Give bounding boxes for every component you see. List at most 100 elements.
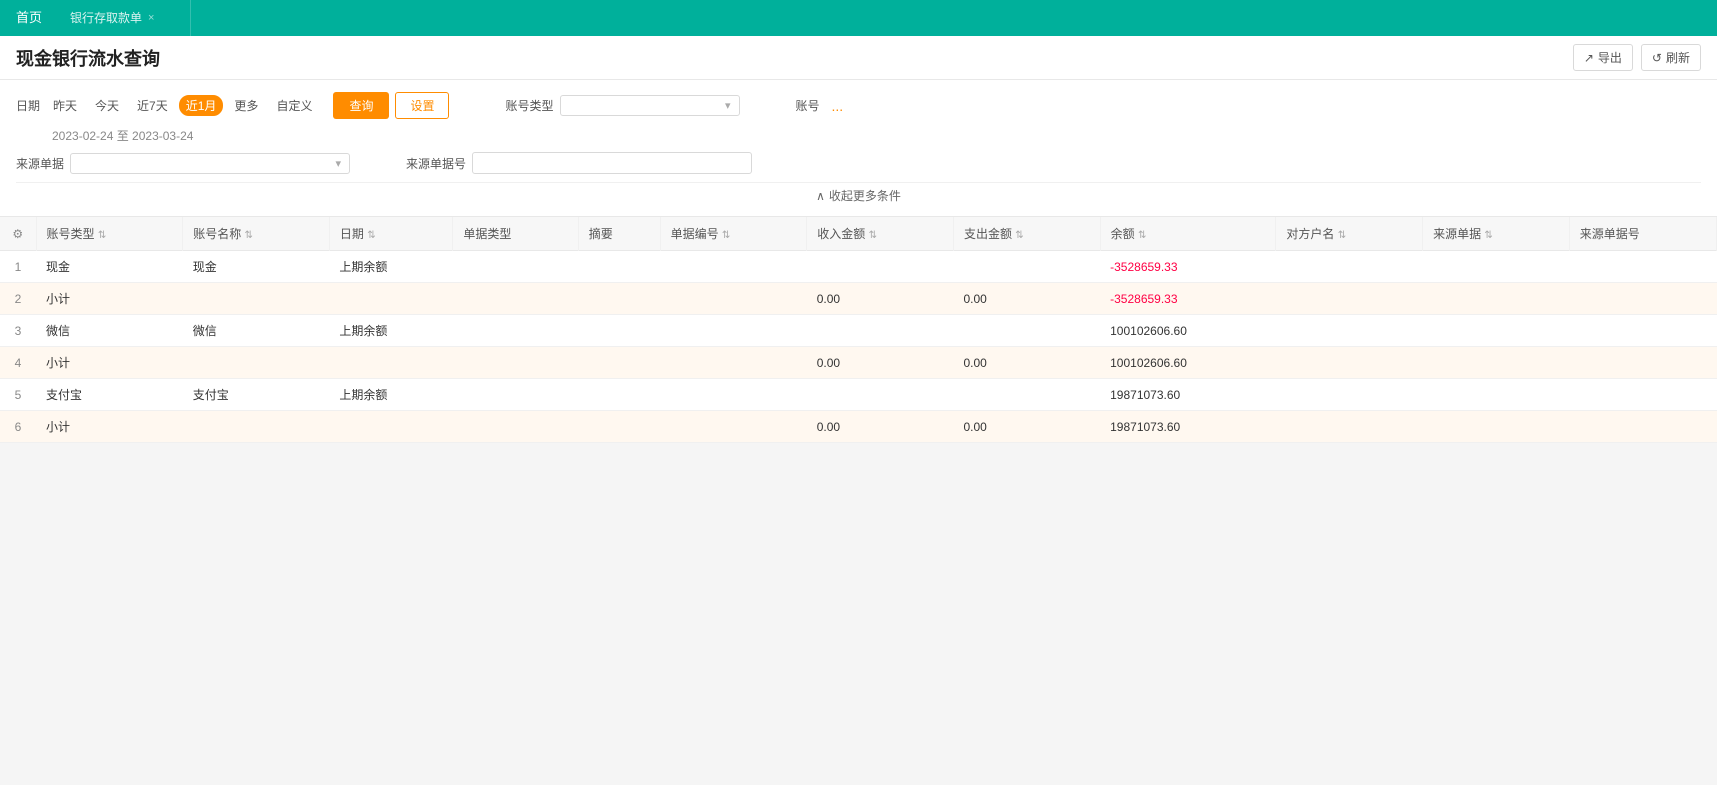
close-icon[interactable]: × [148,0,154,36]
account-label: 账号 [796,97,820,114]
table-row: 2小计0.000.00-3528659.33 [0,283,1717,315]
date-cell: 上期余额 [329,315,453,347]
col-source-doc-header[interactable]: 来源单据 ⇅ [1423,217,1570,251]
col-summary-header: 摘要 [578,217,660,251]
account-type-cell: 支付宝 [36,379,183,411]
col-source-doc-no-label: 来源单据号 [1580,227,1640,241]
date-shortcut-昨天[interactable]: 昨天 [46,95,84,116]
refresh-button[interactable]: ↺ 刷新 [1641,44,1701,71]
account-type-cell: 微信 [36,315,183,347]
col-account-type-header[interactable]: 账号类型 ⇅ [36,217,183,251]
summary-cell [578,283,660,315]
account-type-cell: 小计 [36,347,183,379]
doc-type-cell [453,379,578,411]
nav-home[interactable]: 首页 [0,0,58,36]
account-type-select[interactable]: ▾ [560,95,740,116]
export-button[interactable]: ↗ 导出 [1573,44,1633,71]
col-income-header[interactable]: 收入金额 ⇅ [807,217,954,251]
sort-icon: ⇅ [1338,230,1346,241]
doc-type-cell [453,347,578,379]
col-expense-header[interactable]: 支出金额 ⇅ [953,217,1100,251]
doc-no-cell [660,411,807,443]
source-doc-cell [1423,251,1570,283]
col-date-header[interactable]: 日期 ⇅ [329,217,453,251]
sort-icon: ⇅ [1138,230,1146,241]
sort-icon: ⇅ [869,230,877,241]
expense-cell [953,315,1100,347]
source-doc-no-cell [1569,379,1716,411]
col-account-name-header[interactable]: 账号名称 ⇅ [183,217,330,251]
sort-icon: ⇅ [98,230,106,241]
query-button[interactable]: 查询 [333,92,389,119]
source-doc-cell [1423,315,1570,347]
col-doc-no-header[interactable]: 单据编号 ⇅ [660,217,807,251]
date-filter: 日期 昨天今天近7天近1月更多自定义 查询 设置 [16,92,449,119]
account-type-cell: 现金 [36,251,183,283]
table-row: 1现金现金上期余额-3528659.33 [0,251,1717,283]
col-income-label: 收入金额 [817,227,865,241]
source-doc-no-filter: 来源单据号 [406,152,752,174]
table-header: ⚙账号类型 ⇅账号名称 ⇅日期 ⇅单据类型摘要单据编号 ⇅收入金额 ⇅支出金额 … [0,217,1717,251]
table-body: 1现金现金上期余额-3528659.332小计0.000.00-3528659.… [0,251,1717,443]
expense-cell: 0.00 [953,347,1100,379]
row-number: 3 [0,315,36,347]
row-number: 2 [0,283,36,315]
col-source-doc-no-header: 来源单据号 [1569,217,1716,251]
source-doc-cell [1423,411,1570,443]
account-ellipsis[interactable]: ... [826,98,850,114]
table-row: 3微信微信上期余额100102606.60 [0,315,1717,347]
filter-row-2: 来源单据 ▾ 来源单据号 [16,152,1701,174]
source-doc-no-input[interactable] [472,152,752,174]
summary-cell [578,379,660,411]
income-cell [807,379,954,411]
account-name-cell: 现金 [183,251,330,283]
income-cell [807,315,954,347]
col-counterpart-header[interactable]: 对方户名 ⇅ [1276,217,1423,251]
source-doc-filter: 来源单据 ▾ [16,153,350,174]
refresh-icon: ↺ [1652,51,1662,65]
doc-no-cell [660,283,807,315]
setting-button[interactable]: 设置 [395,92,449,119]
filter-row-1: 日期 昨天今天近7天近1月更多自定义 查询 设置 账号类型 ▾ 账号 ... [16,92,1701,119]
counterpart-cell [1276,379,1423,411]
doc-no-cell [660,379,807,411]
source-doc-cell [1423,347,1570,379]
date-shortcut-今天[interactable]: 今天 [88,95,126,116]
col-counterpart-label: 对方户名 [1286,227,1334,241]
counterpart-cell [1276,411,1423,443]
account-filter: 账号 ... [796,97,850,114]
gear-icon[interactable]: ⚙ [12,227,23,241]
col-balance-label: 余额 [1111,227,1135,241]
table-row: 6小计0.000.0019871073.60 [0,411,1717,443]
table-container: ⚙账号类型 ⇅账号名称 ⇅日期 ⇅单据类型摘要单据编号 ⇅收入金额 ⇅支出金额 … [0,217,1717,443]
date-shortcut-更多[interactable]: 更多 [227,95,265,116]
source-doc-select[interactable]: ▾ [70,153,350,174]
col-doc-no-label: 单据编号 [671,227,719,241]
date-shortcut-近1月[interactable]: 近1月 [179,95,224,116]
source-doc-cell [1423,283,1570,315]
account-name-cell: 微信 [183,315,330,347]
chevron-down-icon: ▾ [725,99,731,112]
doc-type-cell [453,283,578,315]
tab-label: 银行存取款单 [70,0,142,36]
date-shortcut-近7天[interactable]: 近7天 [130,95,175,116]
income-cell [807,251,954,283]
collapse-button[interactable]: ∧ 收起更多条件 [16,182,1701,208]
tab-bank-deposit[interactable]: 银行存取款单× [58,0,191,36]
doc-type-cell [453,411,578,443]
doc-type-cell [453,251,578,283]
account-name-cell [183,411,330,443]
counterpart-cell [1276,283,1423,315]
col-balance-header[interactable]: 余额 ⇅ [1100,217,1276,251]
source-doc-no-cell [1569,315,1716,347]
sort-icon: ⇅ [367,230,375,241]
date-shortcut-自定义[interactable]: 自定义 [269,95,319,116]
source-doc-no-label: 来源单据号 [406,155,466,172]
sort-icon: ⇅ [1015,230,1023,241]
top-nav: 首页 收款单×付款单×其他收入单×应收应付调整单×银行存取款单×预收冲应收单×收… [0,0,1717,36]
account-name-cell [183,283,330,315]
date-shortcuts: 昨天今天近7天近1月更多自定义 [46,95,319,116]
counterpart-cell [1276,251,1423,283]
table-row: 5支付宝支付宝上期余额19871073.60 [0,379,1717,411]
nav-tabs: 收款单×付款单×其他收入单×应收应付调整单×银行存取款单×预收冲应收单×收款核销… [58,0,191,36]
